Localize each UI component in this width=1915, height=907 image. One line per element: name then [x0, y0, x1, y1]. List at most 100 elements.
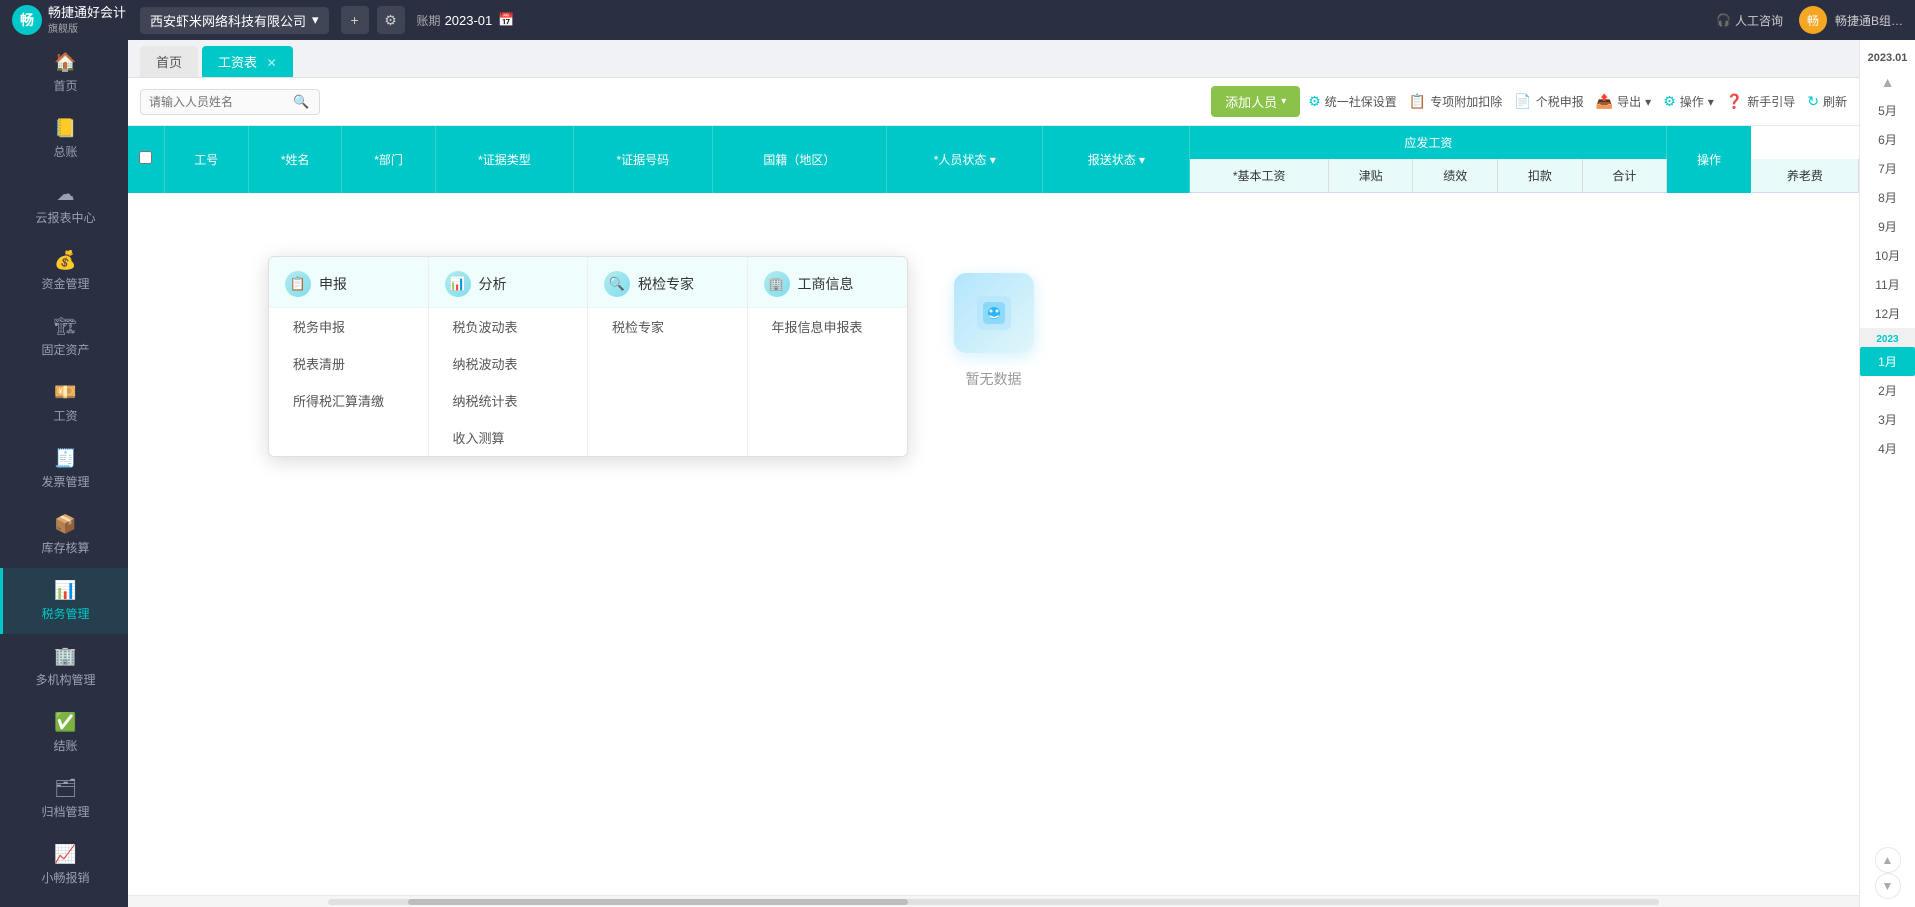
business-info-col-title: 工商信息: [798, 274, 854, 294]
settlement-icon: ✅: [54, 712, 76, 733]
month-item-2[interactable]: 2月: [1860, 376, 1915, 405]
scrollbar-track[interactable]: [328, 899, 1659, 905]
dropdown-menu-grid: 📋 申报 税务申报 税表清册 所得税汇算清缴 📊 分析 税负波动表: [269, 257, 907, 456]
month-item-4[interactable]: 4月: [1860, 434, 1915, 463]
user-avatar: 畅: [1799, 6, 1827, 34]
special-deduction-btn[interactable]: 📋 专项附加扣除: [1409, 93, 1502, 110]
empty-text: 暂无数据: [966, 369, 1022, 389]
plus-icon: +: [350, 12, 358, 28]
month-item-6[interactable]: 6月: [1860, 125, 1915, 154]
operations-arrow: ▾: [1708, 95, 1714, 109]
sidebar-label-salary: 工资: [53, 407, 77, 424]
refresh-btn[interactable]: ↻ 刷新: [1807, 93, 1847, 110]
declaration-col-icon: 📋: [285, 271, 311, 297]
sidebar-item-fund-management[interactable]: 💰 资金管理: [0, 238, 128, 304]
scrollbar-thumb[interactable]: [408, 899, 908, 905]
header-actions: + ⚙: [341, 6, 405, 34]
app-title-wrap: 畅捷通好会计 旗舰版: [48, 5, 126, 36]
sidebar-item-salary[interactable]: 💴 工资: [0, 370, 128, 436]
search-wrap: 🔍: [140, 89, 320, 115]
sidebar-item-fixed-assets[interactable]: 🏗 固定资产: [0, 304, 128, 370]
dropdown-col-declaration: 📋 申报 税务申报 税表清册 所得税汇算清缴: [269, 257, 429, 456]
tab-salary[interactable]: 工资表 ✕: [202, 46, 293, 77]
sidebar-item-archive[interactable]: 🗂 归档管理: [0, 766, 128, 832]
add-person-button[interactable]: 添加人员 ▾: [1211, 86, 1300, 117]
tab-home[interactable]: 首页: [140, 46, 198, 77]
calendar-icon[interactable]: 📅: [498, 12, 514, 28]
month-item-3[interactable]: 3月: [1860, 405, 1915, 434]
archive-icon: 🗂: [54, 778, 77, 799]
select-all-checkbox[interactable]: [139, 151, 152, 164]
special-deduction-icon: 📋: [1409, 93, 1426, 110]
user-name: 畅捷通B组…: [1835, 12, 1903, 29]
sidebar-label-general-ledger: 总账: [53, 143, 77, 160]
sidebar: 🏠 首页 📒 总账 ☁ 云报表中心 💰 资金管理 🏗 固定资产 💴 工资 🧾 发…: [0, 40, 128, 907]
sidebar-item-multi-org[interactable]: 🏢 多机构管理: [0, 634, 128, 700]
invoice-icon: 🧾: [54, 448, 76, 469]
col-total: 合计: [1582, 159, 1667, 193]
dropdown-item-annual-report[interactable]: 年报信息申报表: [748, 308, 908, 345]
report-icon: 📈: [54, 844, 76, 865]
dropdown-item-tax-clearance[interactable]: 税表清册: [269, 345, 428, 382]
sidebar-label-invoice: 发票管理: [41, 473, 89, 490]
scroll-down-btn[interactable]: ▼: [1875, 873, 1901, 899]
dropdown-col-header-declaration: 📋 申报: [269, 257, 428, 308]
dropdown-item-tax-burden[interactable]: 税负波动表: [429, 308, 588, 345]
sidebar-item-tax-management[interactable]: 📊 税务管理: [0, 568, 128, 634]
calendar-nav-up[interactable]: ▲: [1874, 68, 1902, 96]
month-item-12[interactable]: 12月: [1860, 299, 1915, 328]
export-label: 导出: [1617, 93, 1641, 110]
scroll-up-btn[interactable]: ▲: [1875, 847, 1901, 873]
month-item-5[interactable]: 5月: [1860, 96, 1915, 125]
dropdown-item-tax-statistics[interactable]: 纳税统计表: [429, 382, 588, 419]
sidebar-item-cloud-report[interactable]: ☁ 云报表中心: [0, 172, 128, 238]
top-header: 畅 畅捷通好会计 旗舰版 西安虾米网络科技有限公司 ▾ + ⚙ 账期 2023-…: [0, 0, 1915, 40]
search-input[interactable]: [149, 95, 289, 109]
tab-close-icon[interactable]: ✕: [267, 56, 277, 70]
col-person-status[interactable]: *人员状态 ▾: [887, 126, 1043, 193]
dropdown-col-tax-expert: 🔍 税检专家 税检专家: [588, 257, 748, 456]
month-item-10[interactable]: 10月: [1860, 241, 1915, 270]
month-item-9[interactable]: 9月: [1860, 212, 1915, 241]
sidebar-label-archive: 归档管理: [41, 803, 89, 820]
sidebar-item-xiaoxi-report[interactable]: 📈 小畅报销: [0, 832, 128, 898]
tax-report-btn[interactable]: 📄 个税申报: [1514, 93, 1583, 110]
service-button[interactable]: 🎧 人工咨询: [1716, 12, 1783, 29]
add-company-btn[interactable]: +: [341, 6, 369, 34]
company-selector[interactable]: 西安虾米网络科技有限公司 ▾: [140, 7, 329, 34]
month-item-7[interactable]: 7月: [1860, 154, 1915, 183]
dropdown-item-tax-payment[interactable]: 纳税波动表: [429, 345, 588, 382]
dropdown-col-header-analysis: 📊 分析: [429, 257, 588, 308]
sidebar-label-fund-management: 资金管理: [41, 275, 89, 292]
export-arrow: ▾: [1645, 95, 1651, 109]
month-item-1-active[interactable]: 1月: [1860, 347, 1915, 376]
sidebar-item-home[interactable]: 🏠 首页: [0, 40, 128, 106]
headset-icon: 🎧: [1716, 13, 1731, 27]
dropdown-item-income-calc[interactable]: 收入测算: [429, 419, 588, 456]
dropdown-item-tax-declaration[interactable]: 税务申报: [269, 308, 428, 345]
sidebar-item-basic-settings[interactable]: ⚙ 基础设置: [0, 898, 128, 907]
gear-icon: ⚙: [384, 12, 397, 29]
sidebar-item-invoice[interactable]: 🧾 发票管理: [0, 436, 128, 502]
operations-btn[interactable]: ⚙ 操作 ▾: [1663, 93, 1714, 110]
social-insurance-btn[interactable]: ⚙ 统一社保设置: [1308, 93, 1397, 110]
new-guide-btn[interactable]: ❓ 新手引导: [1726, 93, 1795, 110]
sidebar-item-inventory[interactable]: 📦 库存核算: [0, 502, 128, 568]
month-item-8[interactable]: 8月: [1860, 183, 1915, 212]
sidebar-item-general-ledger[interactable]: 📒 总账: [0, 106, 128, 172]
main-layout: 🏠 首页 📒 总账 ☁ 云报表中心 💰 资金管理 🏗 固定资产 💴 工资 🧾 发…: [0, 40, 1915, 907]
export-btn[interactable]: 📤 导出 ▾: [1596, 93, 1651, 110]
logo-area: 畅 畅捷通好会计 旗舰版: [12, 5, 140, 36]
sidebar-item-settlement[interactable]: ✅ 结账: [0, 700, 128, 766]
col-deduction: 扣款: [1498, 159, 1583, 193]
assets-icon: 🏗: [54, 316, 77, 337]
tab-home-label: 首页: [156, 55, 182, 70]
add-arrow-icon: ▾: [1281, 96, 1286, 107]
col-report-status[interactable]: 报送状态 ▾: [1043, 126, 1190, 193]
dropdown-item-income-tax-settle[interactable]: 所得税汇算清缴: [269, 382, 428, 419]
company-dropdown-arrow: ▾: [312, 12, 319, 28]
dropdown-item-tax-expert[interactable]: 税检专家: [588, 308, 747, 345]
month-item-11[interactable]: 11月: [1860, 270, 1915, 299]
tab-bar: 首页 工资表 ✕: [128, 40, 1859, 78]
settings-btn[interactable]: ⚙: [377, 6, 405, 34]
